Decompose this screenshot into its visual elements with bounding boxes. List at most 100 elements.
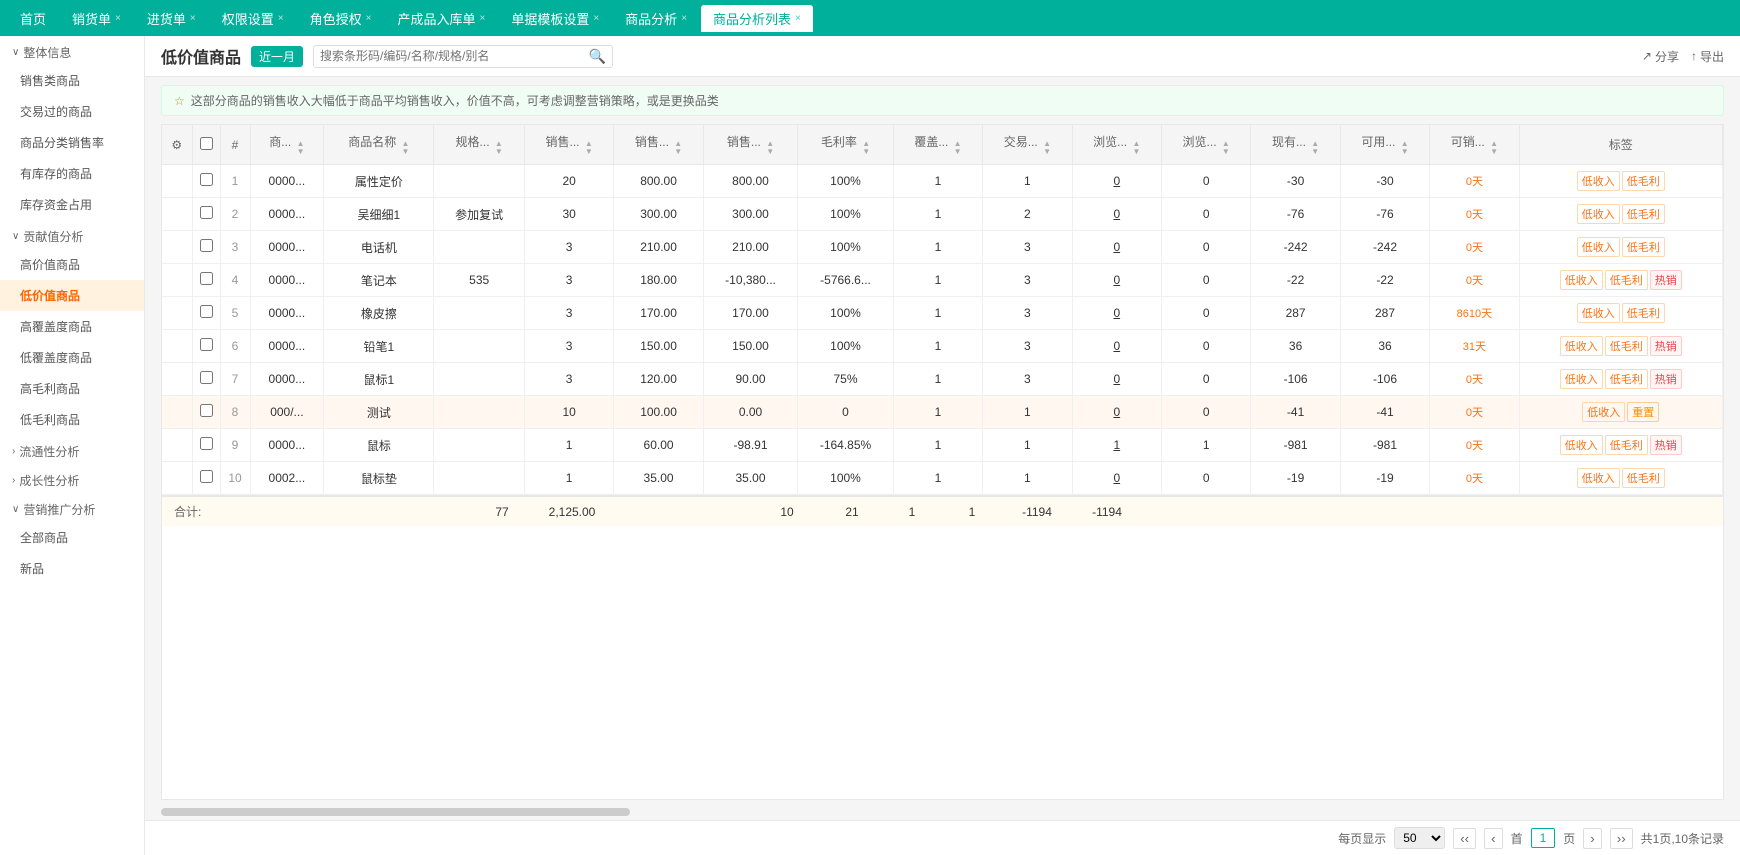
row-browse2: 0: [1161, 198, 1250, 231]
nav-item-purchase[interactable]: 进货单 ×: [135, 5, 208, 32]
browse2-column-header[interactable]: 浏览... ▲▼: [1161, 125, 1250, 165]
sidebar-item-low-value[interactable]: 低价值商品: [0, 280, 144, 311]
time-filter-button[interactable]: 近一月: [251, 46, 303, 67]
row-checkbox[interactable]: [192, 297, 220, 330]
trade-column-header[interactable]: 交易... ▲▼: [983, 125, 1072, 165]
name-column-header[interactable]: 商品名称 ▲▼: [324, 125, 434, 165]
nav-close-auth[interactable]: ×: [278, 13, 284, 24]
export-button[interactable]: ↑ 导出: [1691, 48, 1724, 65]
sidebar-item-low-coverage[interactable]: 低覆盖度商品: [0, 342, 144, 373]
nav-item-home[interactable]: 首页: [8, 5, 58, 32]
row-browse1[interactable]: 0: [1072, 363, 1161, 396]
scrollbar-thumb[interactable]: [161, 808, 630, 816]
nav-close-analysis-list[interactable]: ×: [795, 13, 801, 24]
nav-item-template[interactable]: 单据模板设置 ×: [499, 5, 611, 32]
sale-price-column-header[interactable]: 销售... ▲▼: [614, 125, 703, 165]
row-tags: 低收入低毛利热销: [1519, 330, 1722, 363]
sort-icon-10: ▲▼: [1132, 140, 1140, 156]
sidebar-item-category-rate[interactable]: 商品分类销售率: [0, 127, 144, 158]
row-coverage: 1: [893, 198, 982, 231]
sidebar-group-circulation[interactable]: › 流通性分析: [0, 435, 144, 464]
sale-amount-column-header[interactable]: 销售... ▲▼: [703, 125, 798, 165]
sidebar-item-stock-capital[interactable]: 库存资金占用: [0, 189, 144, 220]
sort-icon-8: ▲▼: [954, 140, 962, 156]
sidebar-item-all-goods[interactable]: 全部商品: [0, 522, 144, 553]
sidebar-group-contribution[interactable]: ∨ 贡献值分析: [0, 220, 144, 249]
row-sale-price: 210.00: [614, 231, 703, 264]
nav-close-role[interactable]: ×: [366, 13, 372, 24]
sidebar-item-stock-goods[interactable]: 有库存的商品: [0, 158, 144, 189]
nav-close-sales[interactable]: ×: [115, 13, 121, 24]
row-checkbox[interactable]: [192, 429, 220, 462]
row-available: -41: [1340, 396, 1429, 429]
first-page-button[interactable]: ‹‹: [1453, 828, 1476, 849]
row-browse1[interactable]: 1: [1072, 429, 1161, 462]
nav-item-sales[interactable]: 销货单 ×: [60, 5, 133, 32]
nav-item-analysis-list[interactable]: 商品分析列表 ×: [701, 5, 813, 32]
sidebar-item-sales-goods[interactable]: 销售类商品: [0, 65, 144, 96]
row-browse1[interactable]: 0: [1072, 297, 1161, 330]
browse1-column-header[interactable]: 浏览... ▲▼: [1072, 125, 1161, 165]
row-browse1[interactable]: 0: [1072, 264, 1161, 297]
select-all-checkbox[interactable]: [200, 137, 213, 150]
row-checkbox[interactable]: [192, 396, 220, 429]
sale-qty-column-header[interactable]: 销售... ▲▼: [524, 125, 613, 165]
row-checkbox[interactable]: [192, 198, 220, 231]
nav-close-inbound[interactable]: ×: [479, 13, 485, 24]
sort-icon-14: ▲▼: [1490, 140, 1498, 156]
row-checkbox[interactable]: [192, 264, 220, 297]
sidebar-item-high-margin[interactable]: 高毛利商品: [0, 373, 144, 404]
row-browse1[interactable]: 0: [1072, 231, 1161, 264]
row-checkbox[interactable]: [192, 231, 220, 264]
nav-close-template[interactable]: ×: [593, 13, 599, 24]
last-page-button[interactable]: ››: [1610, 828, 1633, 849]
row-checkbox[interactable]: [192, 462, 220, 495]
tag-badge: 低收入: [1560, 369, 1603, 389]
margin-column-header[interactable]: 毛利率 ▲▼: [798, 125, 894, 165]
sidebar-item-new-goods[interactable]: 新品: [0, 553, 144, 584]
row-checkbox[interactable]: [192, 165, 220, 198]
sort-icon-7: ▲▼: [862, 140, 870, 156]
prev-page-button[interactable]: ‹: [1484, 828, 1502, 849]
nav-item-role[interactable]: 角色授权 ×: [298, 5, 384, 32]
sidebar-item-low-margin[interactable]: 低毛利商品: [0, 404, 144, 435]
row-checkbox[interactable]: [192, 363, 220, 396]
sidebar-item-high-value[interactable]: 高价值商品: [0, 249, 144, 280]
nav-item-inbound[interactable]: 产成品入库单 ×: [385, 5, 497, 32]
row-current: -30: [1251, 165, 1340, 198]
row-browse1[interactable]: 0: [1072, 330, 1161, 363]
row-browse1[interactable]: 0: [1072, 462, 1161, 495]
spec-column-header[interactable]: 规格... ▲▼: [434, 125, 525, 165]
nav-close-purchase[interactable]: ×: [190, 13, 196, 24]
sidebar-item-high-coverage[interactable]: 高覆盖度商品: [0, 311, 144, 342]
table-row: 20000...吴细细1参加复试30300.00300.00100%1200-7…: [162, 198, 1723, 231]
row-browse1[interactable]: 0: [1072, 165, 1161, 198]
nav-close-analysis[interactable]: ×: [681, 13, 687, 24]
nav-item-analysis[interactable]: 商品分析 ×: [613, 5, 699, 32]
current-column-header[interactable]: 现有... ▲▼: [1251, 125, 1340, 165]
row-browse1[interactable]: 0: [1072, 396, 1161, 429]
sidebar-item-traded-goods[interactable]: 交易过的商品: [0, 96, 144, 127]
sidebar-group-overview[interactable]: ∨ 整体信息: [0, 36, 144, 65]
per-page-select[interactable]: 50 100 200: [1394, 827, 1445, 849]
available-column-header[interactable]: 可用... ▲▼: [1340, 125, 1429, 165]
row-sellable: 0天: [1430, 264, 1519, 297]
gear-column-header[interactable]: ⚙: [162, 125, 192, 165]
coverage-column-header[interactable]: 覆盖... ▲▼: [893, 125, 982, 165]
search-input[interactable]: [320, 49, 589, 63]
nav-item-auth[interactable]: 权限设置 ×: [210, 5, 296, 32]
search-icon[interactable]: 🔍: [589, 48, 606, 65]
sidebar-group-marketing[interactable]: ∨ 营销推广分析: [0, 493, 144, 522]
row-trade: 1: [983, 462, 1072, 495]
row-trade: 3: [983, 363, 1072, 396]
sellable-column-header[interactable]: 可销... ▲▼: [1430, 125, 1519, 165]
row-browse1[interactable]: 0: [1072, 198, 1161, 231]
row-margin: 100%: [798, 297, 894, 330]
horizontal-scrollbar[interactable]: [161, 808, 1724, 816]
row-checkbox[interactable]: [192, 330, 220, 363]
tag-badge: 低收入: [1577, 468, 1620, 488]
share-button[interactable]: ↗ 分享: [1642, 48, 1679, 65]
sidebar-group-growth[interactable]: › 成长性分析: [0, 464, 144, 493]
next-page-button[interactable]: ›: [1583, 828, 1601, 849]
code-column-header[interactable]: 商... ▲▼: [250, 125, 324, 165]
